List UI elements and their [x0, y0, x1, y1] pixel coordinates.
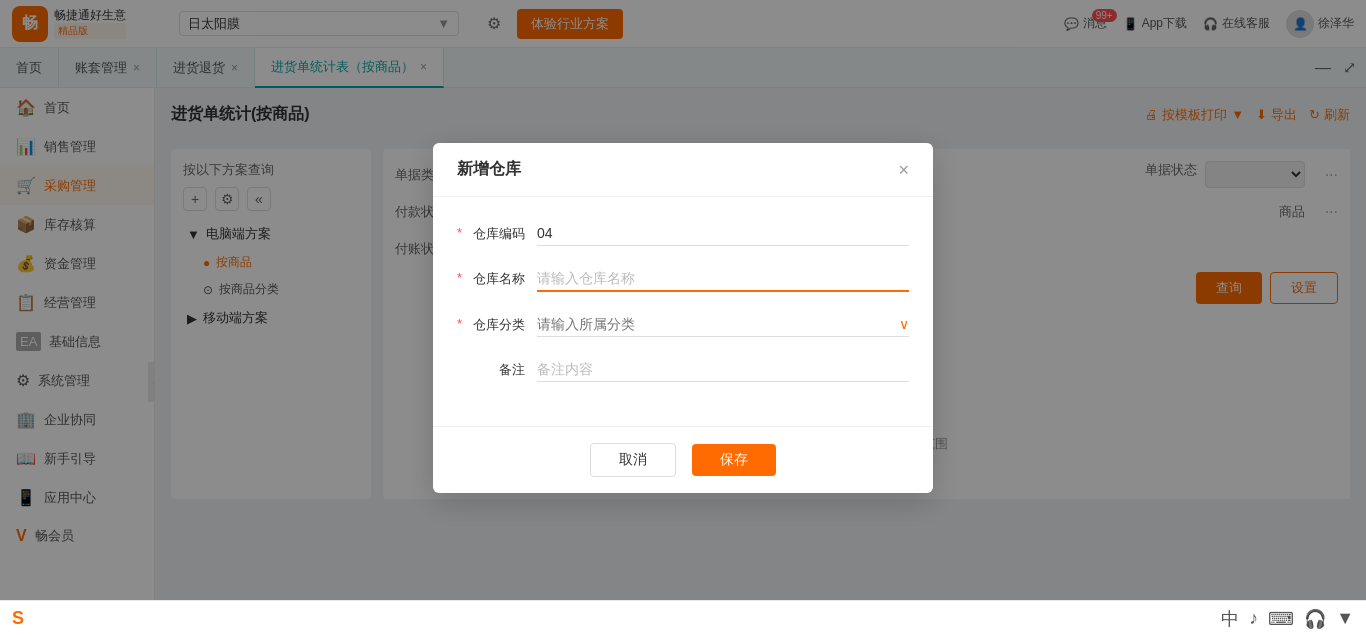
warehouse-code-input[interactable]	[537, 221, 909, 246]
warehouse-name-input[interactable]	[537, 266, 909, 292]
modal-overlay[interactable]: 新增仓库 × 仓库编码 仓库名称 仓库分类	[0, 0, 1366, 636]
warehouse-category-control: ∨	[537, 312, 909, 337]
warehouse-category-select-wrap: ∨	[537, 312, 909, 337]
warehouse-name-label: 仓库名称	[457, 270, 537, 288]
warehouse-category-label: 仓库分类	[457, 316, 537, 334]
bottom-arrow-icon[interactable]: ▼	[1336, 608, 1354, 629]
save-btn[interactable]: 保存	[692, 444, 776, 476]
modal-body: 仓库编码 仓库名称 仓库分类 ∨	[433, 197, 933, 426]
bottom-sound-icon[interactable]: ♪	[1249, 608, 1258, 629]
category-dropdown-icon[interactable]: ∨	[899, 316, 909, 332]
bottom-keyboard-icon[interactable]: ⌨	[1268, 608, 1294, 630]
bottom-headphone-icon[interactable]: 🎧	[1304, 608, 1326, 630]
warehouse-category-input[interactable]	[537, 316, 899, 332]
modal-header: 新增仓库 ×	[433, 143, 933, 197]
bottom-logo: S	[12, 608, 24, 629]
warehouse-note-row: 备注	[457, 357, 909, 382]
warehouse-category-row: 仓库分类 ∨	[457, 312, 909, 337]
modal-title: 新增仓库	[457, 159, 521, 180]
bottom-lang-icon[interactable]: 中	[1221, 607, 1239, 631]
modal-close-btn[interactable]: ×	[898, 161, 909, 179]
modal-footer: 取消 保存	[433, 426, 933, 493]
warehouse-note-input[interactable]	[537, 357, 909, 382]
warehouse-name-row: 仓库名称	[457, 266, 909, 292]
warehouse-note-label: 备注	[457, 361, 537, 379]
warehouse-code-row: 仓库编码	[457, 221, 909, 246]
warehouse-code-control	[537, 221, 909, 246]
cancel-btn[interactable]: 取消	[590, 443, 676, 477]
warehouse-note-control	[537, 357, 909, 382]
warehouse-name-control	[537, 266, 909, 292]
warehouse-code-label: 仓库编码	[457, 225, 537, 243]
warehouse-modal: 新增仓库 × 仓库编码 仓库名称 仓库分类	[433, 143, 933, 493]
bottom-icons: 中 ♪ ⌨ 🎧 ▼	[1221, 607, 1354, 631]
bottom-bar: S 中 ♪ ⌨ 🎧 ▼	[0, 600, 1366, 636]
